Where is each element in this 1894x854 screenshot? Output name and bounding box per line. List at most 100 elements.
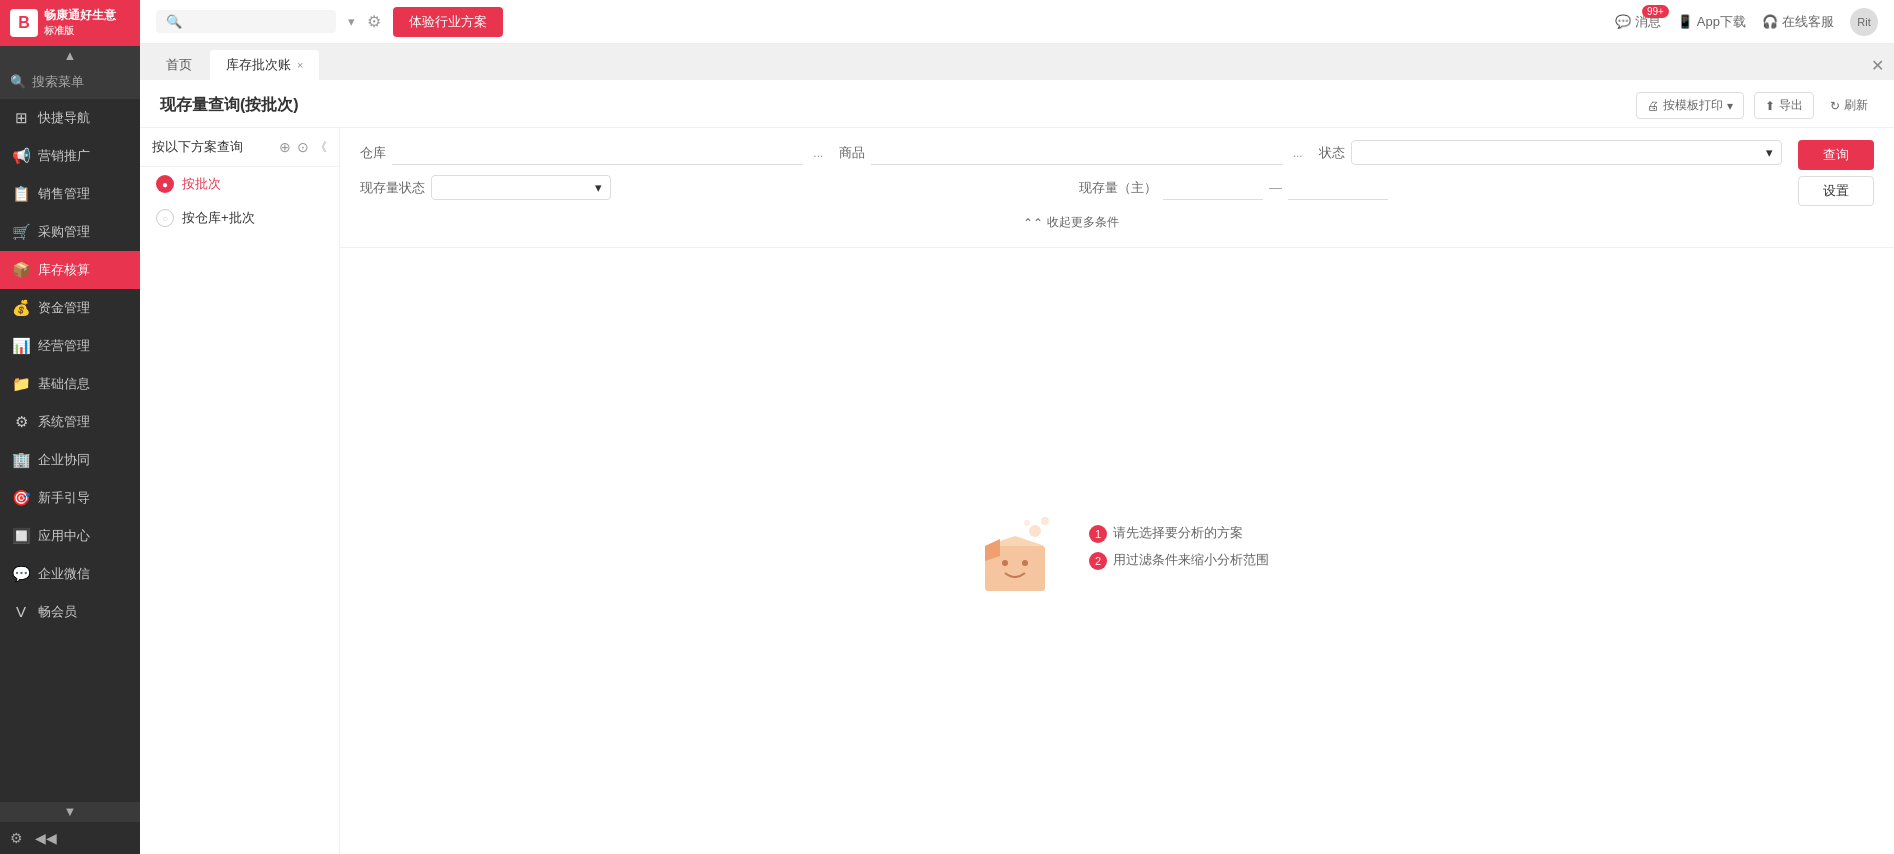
query-button[interactable]: 查询 xyxy=(1798,140,1874,170)
warehouse-more-btn[interactable]: ... xyxy=(813,146,823,160)
sidebar-item-purchase[interactable]: 🛒 采购管理 xyxy=(0,213,140,251)
online-service-label: 在线客服 xyxy=(1782,13,1834,31)
sidebar-item-vip[interactable]: V 畅会员 xyxy=(0,593,140,631)
svg-point-5 xyxy=(1029,525,1041,537)
tab-panel-close-btn[interactable]: ✕ xyxy=(1871,56,1884,75)
sidebar-item-operations[interactable]: 📊 经营管理 xyxy=(0,327,140,365)
settings-button[interactable]: 设置 xyxy=(1798,176,1874,206)
status-label: 状态 xyxy=(1319,144,1345,162)
app-title-block: 畅康通好生意 标准版 xyxy=(44,8,116,38)
sidebar-item-guide[interactable]: 🎯 新手引导 xyxy=(0,479,140,517)
top-search-input[interactable] xyxy=(186,14,306,29)
inventory-qty-max-input[interactable] xyxy=(1288,176,1388,200)
sidebar-item-wechat[interactable]: 💬 企业微信 xyxy=(0,555,140,593)
top-bar: 🔍 ▾ ⚙ 体验行业方案 💬 消息 99+ 📱 App下载 🎧 在线客服 Rit xyxy=(140,0,1894,44)
product-more-btn[interactable]: ... xyxy=(1293,146,1303,160)
dropdown-icon[interactable]: ▾ xyxy=(348,14,355,29)
messages-btn[interactable]: 💬 消息 99+ xyxy=(1615,13,1661,31)
print-dropdown-icon[interactable]: ▾ xyxy=(1727,99,1733,113)
warehouse-label: 仓库 xyxy=(360,144,386,162)
app-download-btn[interactable]: 📱 App下载 xyxy=(1677,13,1746,31)
status-filter: 状态 ▾ xyxy=(1319,140,1782,165)
inventory-qty-label: 现存量（主） xyxy=(1079,179,1157,197)
sidebar-nav: ⊞ 快捷导航 📢 营销推广 📋 销售管理 🛒 采购管理 📦 库存核算 💰 资金管… xyxy=(0,99,140,802)
user-profile-btn[interactable]: Rit xyxy=(1850,8,1878,36)
inventory-status-select[interactable]: ▾ xyxy=(431,175,611,200)
collapse-more-label: 收起更多条件 xyxy=(1047,214,1119,231)
product-input[interactable] xyxy=(871,141,1282,165)
sidebar-scroll-down[interactable]: ▼ xyxy=(0,802,140,821)
right-area: 仓库 ... 商品 ... xyxy=(340,128,1894,854)
sidebar-scroll-up[interactable]: ▲ xyxy=(0,46,140,65)
filter-actions: 查询 设置 xyxy=(1798,140,1874,206)
collapse-up-icon: ⌃⌃ xyxy=(1023,216,1043,230)
svg-point-7 xyxy=(1024,520,1030,526)
collapse-more-btn[interactable]: ⌃⌃ 收起更多条件 xyxy=(360,210,1782,235)
app-logo: B xyxy=(10,9,38,37)
export-button[interactable]: ⬆ 导出 xyxy=(1754,92,1814,119)
settings-plan-btn[interactable]: ⊙ xyxy=(297,139,309,156)
plan-inactive-icon: ○ xyxy=(156,209,174,227)
content-area: 现存量查询(按批次) 🖨 按模板打印 ▾ ⬆ 导出 ↻ 刷新 xyxy=(140,80,1894,854)
body-split: 按以下方案查询 ⊕ ⊙ 《 ● 按批次 ○ 按仓库+批次 xyxy=(140,128,1894,854)
print-label: 按模板打印 xyxy=(1663,97,1723,114)
top-search-box[interactable]: 🔍 xyxy=(156,10,336,33)
tab-close-btn[interactable]: × xyxy=(297,59,303,71)
inventory-qty-min-input[interactable] xyxy=(1163,176,1263,200)
page-header: 现存量查询(按批次) 🖨 按模板打印 ▾ ⬆ 导出 ↻ 刷新 xyxy=(140,80,1894,128)
sidebar: B 畅康通好生意 标准版 ▲ 🔍 搜索菜单 ⊞ 快捷导航 📢 营销推广 📋 销售… xyxy=(0,0,140,854)
settings-footer-btn[interactable]: ⚙ xyxy=(10,830,23,846)
status-select[interactable]: ▾ xyxy=(1351,140,1782,165)
tab-home[interactable]: 首页 xyxy=(150,50,208,80)
sidebar-search[interactable]: 🔍 搜索菜单 xyxy=(0,65,140,99)
trial-button[interactable]: 体验行业方案 xyxy=(393,7,503,37)
marketing-icon: 📢 xyxy=(12,147,30,165)
sidebar-item-sales[interactable]: 📋 销售管理 xyxy=(0,175,140,213)
print-button[interactable]: 🖨 按模板打印 ▾ xyxy=(1636,92,1744,119)
collapse-sidebar-btn[interactable]: ◀◀ xyxy=(35,830,57,846)
tab-bar: 首页 库存批次账 × ✕ xyxy=(140,44,1894,80)
refresh-button[interactable]: ↻ 刷新 xyxy=(1824,93,1874,118)
sidebar-item-finance[interactable]: 💰 资金管理 xyxy=(0,289,140,327)
sidebar-label-wechat: 企业微信 xyxy=(38,565,90,583)
sidebar-item-basic[interactable]: 📁 基础信息 xyxy=(0,365,140,403)
tip-num-2: 2 xyxy=(1089,552,1107,570)
sidebar-label-sales: 销售管理 xyxy=(38,185,90,203)
search-icon: 🔍 xyxy=(10,74,26,89)
messages-badge: 99+ xyxy=(1642,5,1669,18)
sales-icon: 📋 xyxy=(12,185,30,203)
sidebar-item-marketing[interactable]: 📢 营销推广 xyxy=(0,137,140,175)
printer-icon: 🖨 xyxy=(1647,99,1659,113)
sidebar-item-apps[interactable]: 🔲 应用中心 xyxy=(0,517,140,555)
sidebar-label-enterprise: 企业协同 xyxy=(38,451,90,469)
sidebar-item-inventory[interactable]: 📦 库存核算 xyxy=(0,251,140,289)
page-header-actions: 🖨 按模板打印 ▾ ⬆ 导出 ↻ 刷新 xyxy=(1636,92,1874,119)
guide-icon: 🎯 xyxy=(12,489,30,507)
sidebar-item-quick-nav[interactable]: ⊞ 快捷导航 xyxy=(0,99,140,137)
collapse-panel-btn[interactable]: 《 xyxy=(315,139,327,156)
warehouse-input[interactable] xyxy=(392,141,803,165)
finance-icon: 💰 xyxy=(12,299,30,317)
sidebar-item-system[interactable]: ⚙ 系统管理 xyxy=(0,403,140,441)
left-panel-header: 按以下方案查询 ⊕ ⊙ 《 xyxy=(140,128,339,167)
sidebar-label-system: 系统管理 xyxy=(38,413,90,431)
gear-icon[interactable]: ⚙ xyxy=(367,12,381,31)
empty-illustration xyxy=(965,501,1065,601)
empty-tip-1: 1 请先选择要分析的方案 xyxy=(1089,524,1269,543)
qty-dash: — xyxy=(1269,180,1282,195)
filter-row-1: 仓库 ... 商品 ... xyxy=(360,140,1782,165)
empty-tip-2: 2 用过滤条件来缩小分析范围 xyxy=(1089,551,1269,570)
tip-text-2: 用过滤条件来缩小分析范围 xyxy=(1113,551,1269,569)
plan-item-by-warehouse-batch[interactable]: ○ 按仓库+批次 xyxy=(140,201,339,235)
app-name: 畅康通好生意 xyxy=(44,8,116,24)
sidebar-item-enterprise[interactable]: 🏢 企业协同 xyxy=(0,441,140,479)
empty-state: 1 请先选择要分析的方案 2 用过滤条件来缩小分析范围 xyxy=(340,248,1894,854)
tab-inventory-batch[interactable]: 库存批次账 × xyxy=(210,50,319,80)
svg-point-3 xyxy=(1002,560,1008,566)
sidebar-label-basic: 基础信息 xyxy=(38,375,90,393)
plan-item-by-batch[interactable]: ● 按批次 xyxy=(140,167,339,201)
sidebar-label-vip: 畅会员 xyxy=(38,603,77,621)
add-plan-btn[interactable]: ⊕ xyxy=(279,139,291,156)
svg-point-6 xyxy=(1041,517,1049,525)
online-service-btn[interactable]: 🎧 在线客服 xyxy=(1762,13,1834,31)
